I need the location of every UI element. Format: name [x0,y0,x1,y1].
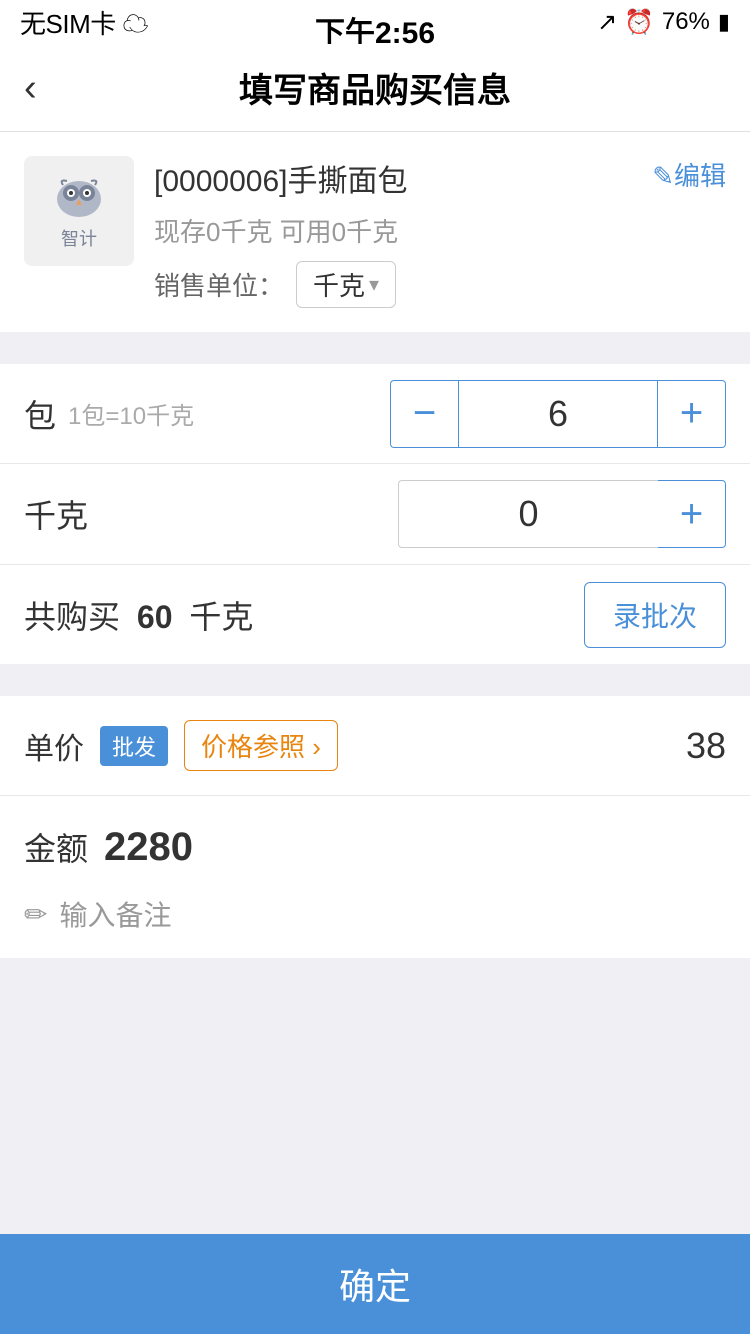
confirm-bar[interactable]: 确定 [0,1234,750,1334]
input-section: 包 1包=10千克 − + 千克 + [0,364,750,564]
amount-value: 2280 [104,825,193,870]
price-type-tag: 批发 [100,726,168,766]
pack-label: 包 [24,391,56,437]
kg-label: 千克 [24,491,88,537]
status-bar: 无SIM卡 ☁ 下午2:56 ↗ ⏰ 76% ▮ [0,0,750,44]
total-quantity: 60 [137,599,173,635]
pack-sub-label: 1包=10千克 [68,396,194,431]
product-name: [0000006]手撕面包 [154,156,726,200]
status-right: ↗ ⏰ 76% ▮ [597,8,730,37]
nav-bar: ‹ 填写商品购买信息 [0,44,750,132]
content-filler [0,958,750,1278]
unit-select[interactable]: 千克 ▾ [296,261,396,308]
product-stock: 现存0千克 可用0千克 [154,212,726,249]
back-button[interactable]: ‹ [24,69,37,107]
confirm-text: 确定 [339,1258,411,1310]
pack-quantity-controls: − + [390,380,726,448]
pack-minus-button[interactable]: − [390,380,458,448]
divider-1 [0,348,750,364]
price-row: 单价 批发 价格参照 › 38 [24,720,726,771]
page-title: 填写商品购买信息 [239,63,511,112]
kg-quantity-controls: + [398,480,726,548]
price-value: 38 [686,725,726,767]
price-section: 单价 批发 价格参照 › 38 [0,696,750,795]
unit-dropdown-arrow: ▾ [369,272,379,297]
amount-section: 金额 2280 ✏ 输入备注 [0,795,750,958]
batch-button[interactable]: 录批次 [584,582,726,648]
pack-input-row: 包 1包=10千克 − + [0,364,750,464]
kg-plus-button[interactable]: + [658,480,726,548]
logo-text: 智计 [61,225,97,251]
amount-row: 金额 2280 [24,824,726,870]
pack-plus-button[interactable]: + [658,380,726,448]
product-unit-row: 销售单位： 千克 ▾ [154,261,726,308]
pencil-icon: ✏ [24,898,47,931]
product-info: [0000006]手撕面包 现存0千克 可用0千克 销售单位： 千克 ▾ [154,156,726,308]
status-left: 无SIM卡 ☁ [20,4,148,41]
product-thumbnail: 智计 [24,156,134,266]
total-label: 共购买 60 千克 [24,592,584,638]
kg-input-row: 千克 + [0,464,750,564]
price-ref-button[interactable]: 价格参照 › [184,720,338,771]
total-section: 共购买 60 千克 录批次 [0,564,750,664]
price-label: 单价 [24,724,84,768]
remark-row[interactable]: ✏ 输入备注 [24,886,726,942]
product-card: 智计 [0000006]手撕面包 现存0千克 可用0千克 销售单位： 千克 ▾ … [0,132,750,332]
divider-2 [0,680,750,696]
remark-text: 输入备注 [59,894,171,934]
kg-quantity-input[interactable] [398,480,658,548]
edit-link[interactable]: ✎编辑 [652,156,726,193]
pack-quantity-input[interactable] [458,380,658,448]
amount-label: 金额 [24,824,88,870]
